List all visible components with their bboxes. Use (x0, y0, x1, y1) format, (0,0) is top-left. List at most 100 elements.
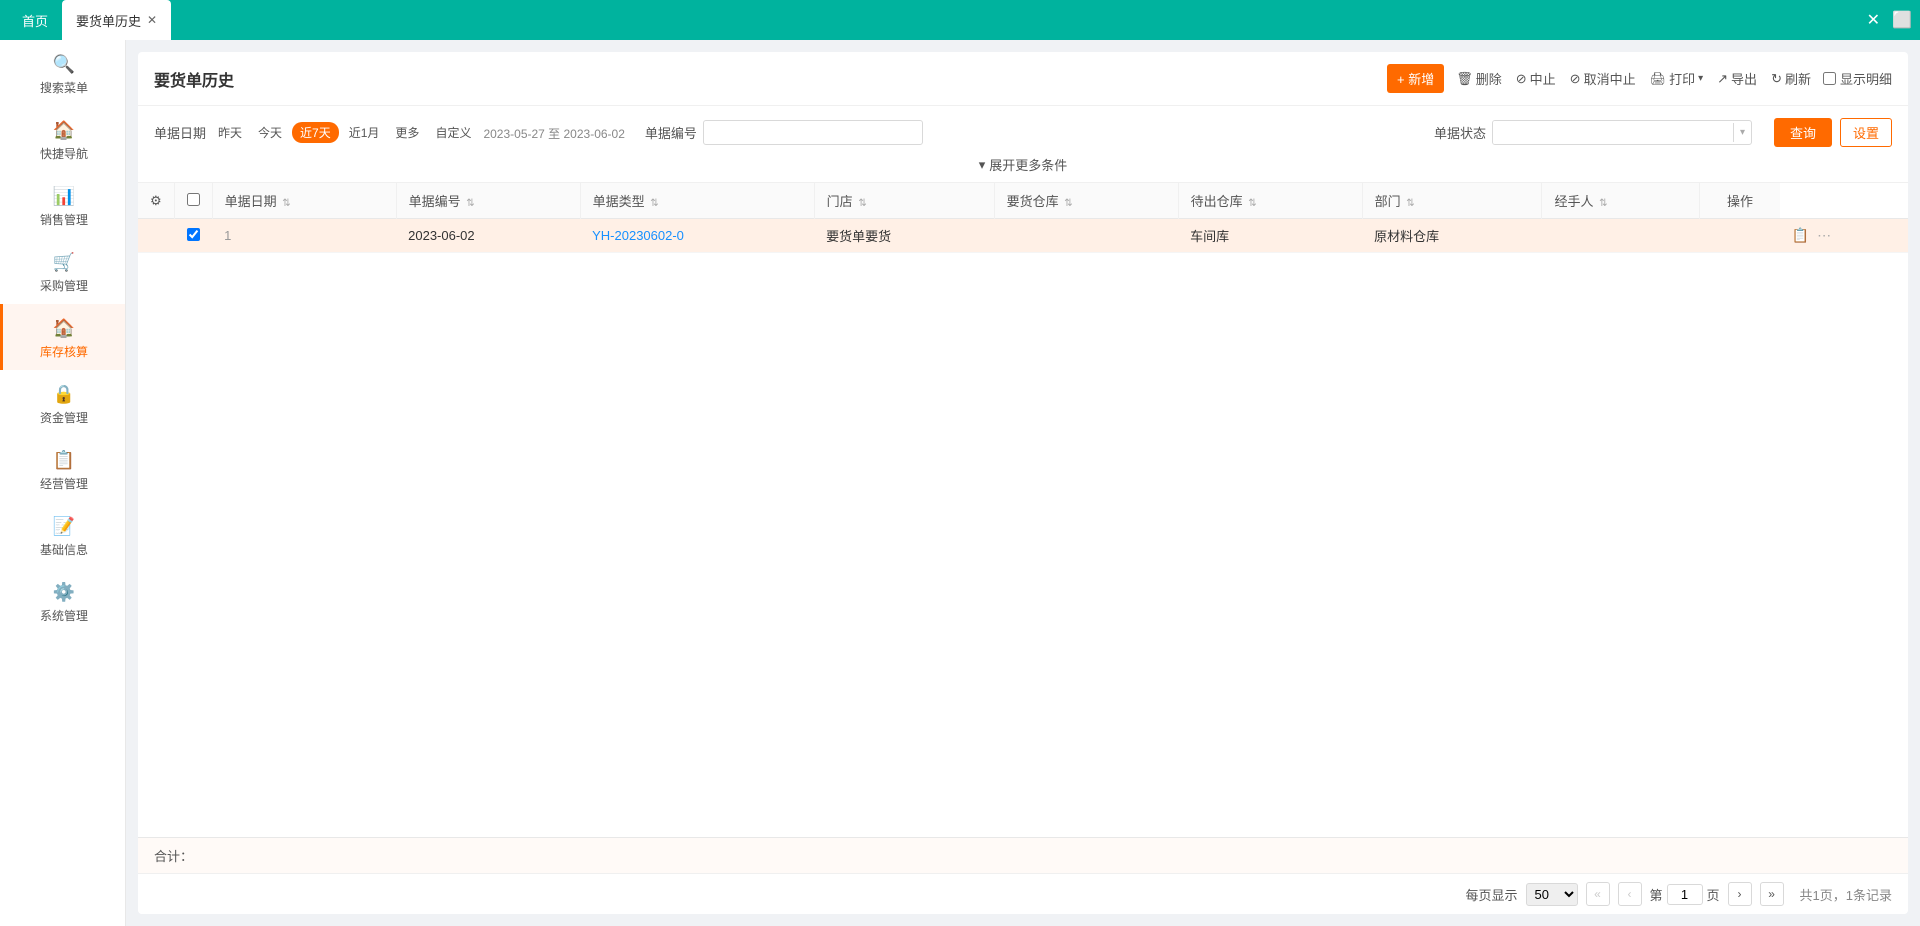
col-pending-warehouse: 待出仓库 ⇅ (1178, 183, 1362, 219)
table-wrap: ⚙ 单据日期 ⇅ 单据编号 ⇅ (138, 183, 1908, 837)
toolbar: + 新增 🗑 删除 ⊘ 中止 ⊘ 取消中止 🖨 打 (1387, 64, 1892, 93)
page-number-input[interactable] (1667, 884, 1703, 905)
expand-more-conditions[interactable]: ▾ 展开更多条件 (154, 155, 1892, 174)
tab-home-label: 首页 (22, 11, 48, 30)
col-doc-date: 单据日期 ⇅ (212, 183, 396, 219)
page-next-button[interactable]: › (1728, 882, 1752, 906)
stop-icon: ⊘ (1516, 71, 1527, 87)
col-doc-number: 单据编号 ⇅ (396, 183, 580, 219)
print-icon: 🖨 (1650, 71, 1667, 87)
sales-mgmt-icon: 📊 (53, 186, 75, 207)
sidebar-item-inventory-calc-label: 库存核算 (40, 343, 88, 360)
quick-nav-icon: 🏠 (53, 120, 75, 141)
delete-button[interactable]: 🗑 删除 (1454, 65, 1504, 92)
date-tabs: 昨天 今天 近7天 近1月 更多 自定义 (212, 122, 477, 143)
col-department-sort-icon[interactable]: ⇅ (1406, 198, 1414, 209)
sidebar-item-finance-mgmt[interactable]: 🔒 资金管理 (0, 370, 125, 436)
col-doc-date-sort-icon[interactable]: ⇅ (282, 198, 290, 209)
page-last-button[interactable]: » (1760, 882, 1784, 906)
new-button[interactable]: + 新增 (1387, 64, 1444, 93)
row-checkbox-cell (174, 219, 212, 253)
page-prefix-label: 第 (1650, 885, 1663, 904)
page-suffix-label: 页 (1707, 885, 1720, 904)
window-close-icon[interactable]: ✕ (1867, 10, 1880, 30)
settings-button[interactable]: 设置 (1840, 118, 1892, 147)
col-doc-number-sort-icon[interactable]: ⇅ (466, 198, 474, 209)
row-doc-date-cell: 2023-06-02 (396, 219, 580, 253)
sidebar-item-sales-mgmt[interactable]: 📊 销售管理 (0, 172, 125, 238)
row-department-cell (1542, 219, 1700, 253)
tab-home[interactable]: 首页 (8, 0, 62, 40)
tab-close-icon[interactable]: ✕ (147, 13, 157, 27)
per-page-select[interactable]: 20 50 100 200 (1526, 883, 1578, 906)
date-tab-yesterday[interactable]: 昨天 (212, 122, 248, 143)
purchase-mgmt-icon: 🛒 (53, 252, 75, 273)
sidebar-item-inventory-calc[interactable]: 🏠 库存核算 (0, 304, 125, 370)
filter-actions: 查询 设置 (1774, 118, 1892, 147)
print-button[interactable]: 🖨 打印 ▾ (1648, 65, 1706, 92)
export-button[interactable]: ↗ 导出 (1715, 65, 1759, 92)
sidebar-item-search-menu[interactable]: 🔍 搜索菜单 (0, 40, 125, 106)
page-title: 要货单历史 (154, 67, 234, 91)
page-prev-button[interactable]: ‹ (1618, 882, 1642, 906)
sidebar-item-purchase-mgmt-label: 采购管理 (40, 277, 88, 294)
col-doc-number-label: 单据编号 (409, 194, 461, 209)
doc-status-dropdown-icon[interactable]: ▾ (1733, 123, 1751, 142)
pagination-bar: 每页显示 20 50 100 200 « ‹ 第 页 › » 共1页，1条记录 (138, 873, 1908, 914)
col-req-warehouse-sort-icon[interactable]: ⇅ (1064, 198, 1072, 209)
query-button[interactable]: 查询 (1774, 118, 1832, 147)
sidebar-item-quick-nav[interactable]: 🏠 快捷导航 (0, 106, 125, 172)
delete-icon: 🗑 (1456, 71, 1473, 87)
show-detail-checkbox[interactable] (1823, 72, 1836, 85)
print-chevron-icon: ▾ (1698, 73, 1703, 84)
sidebar-item-system-mgmt[interactable]: ⚙️ 系统管理 (0, 568, 125, 634)
sidebar-item-purchase-mgmt[interactable]: 🛒 采购管理 (0, 238, 125, 304)
row-more-icon[interactable]: ⋯ (1817, 227, 1831, 244)
date-tab-1month[interactable]: 近1月 (343, 122, 386, 143)
col-department: 部门 ⇅ (1362, 183, 1542, 219)
row-checkbox[interactable] (187, 228, 200, 241)
col-handler-sort-icon[interactable]: ⇅ (1599, 198, 1607, 209)
stop-button[interactable]: ⊘ 中止 (1514, 65, 1558, 92)
row-store-cell (994, 219, 1178, 253)
date-tab-more[interactable]: 更多 (389, 122, 425, 143)
date-tab-custom[interactable]: 自定义 (429, 122, 477, 143)
cancel-stop-button[interactable]: ⊘ 取消中止 (1568, 65, 1638, 92)
system-mgmt-icon: ⚙️ (53, 582, 75, 603)
row-doc-number-link[interactable]: YH-20230602-0 (592, 228, 684, 243)
tab-requisition-history[interactable]: 要货单历史 ✕ (62, 0, 171, 40)
filter-group-date: 单据日期 昨天 今天 近7天 近1月 更多 自定义 2023-05-27 至 2… (154, 122, 625, 143)
col-doc-type-sort-icon[interactable]: ⇅ (650, 198, 658, 209)
finance-mgmt-icon: 🔒 (53, 384, 75, 405)
row-edit-icon[interactable]: 📋 (1792, 227, 1809, 244)
col-store-sort-icon[interactable]: ⇅ (858, 198, 866, 209)
export-icon: ↗ (1717, 71, 1728, 87)
select-all-checkbox[interactable] (187, 193, 200, 206)
doc-status-input[interactable] (1493, 121, 1733, 144)
page-first-button[interactable]: « (1586, 882, 1610, 906)
filter-group-doc-status: 单据状态 ▾ (1434, 120, 1754, 145)
ops-mgmt-icon: 📋 (53, 450, 75, 471)
window-maximize-icon[interactable]: ⬜ (1892, 10, 1912, 30)
col-req-warehouse-label: 要货仓库 (1007, 194, 1059, 209)
top-bar: 首页 要货单历史 ✕ ✕ ⬜ (0, 0, 1920, 40)
summary-row: 合计： (138, 837, 1908, 873)
doc-number-input[interactable] (703, 120, 923, 145)
doc-status-filter-label: 单据状态 (1434, 123, 1486, 142)
sidebar-item-ops-mgmt[interactable]: 📋 经营管理 (0, 436, 125, 502)
sidebar-item-basic-info[interactable]: 📝 基础信息 (0, 502, 125, 568)
date-tab-today[interactable]: 今天 (252, 122, 288, 143)
content-area: 要货单历史 + 新增 🗑 删除 ⊘ 中止 ⊘ 取消中止 (126, 40, 1920, 926)
main-layout: 🔍 搜索菜单 🏠 快捷导航 📊 销售管理 🛒 采购管理 🏠 库存核算 🔒 资金管… (0, 40, 1920, 926)
sidebar-item-quick-nav-label: 快捷导航 (40, 145, 88, 162)
filter-group-doc-number: 单据编号 (645, 120, 1414, 145)
refresh-icon: ↻ (1771, 71, 1782, 87)
settings-col-icon[interactable]: ⚙ (150, 193, 162, 208)
row-req-warehouse-cell: 车间库 (1178, 219, 1362, 253)
show-detail-toggle[interactable]: 显示明细 (1823, 69, 1892, 88)
date-tab-7days[interactable]: 近7天 (292, 122, 339, 143)
refresh-button[interactable]: ↻ 刷新 (1769, 65, 1813, 92)
col-department-label: 部门 (1375, 194, 1401, 209)
col-pending-warehouse-sort-icon[interactable]: ⇅ (1248, 198, 1256, 209)
col-handler: 经手人 ⇅ (1542, 183, 1700, 219)
